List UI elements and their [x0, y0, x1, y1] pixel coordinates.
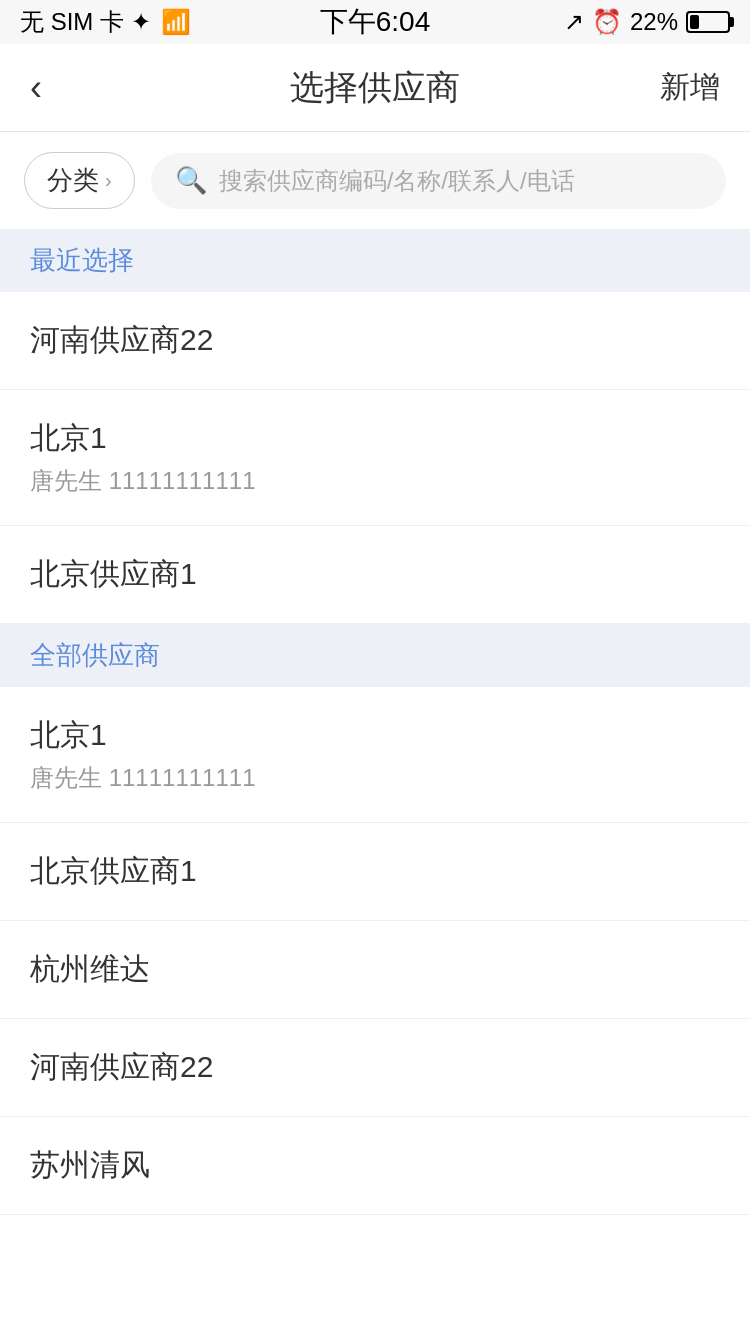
supplier-name: 杭州维达 — [30, 949, 720, 990]
list-item[interactable]: 北京1 唐先生 11111111111 — [0, 390, 750, 526]
list-item[interactable]: 杭州维达 — [0, 921, 750, 1019]
recent-list: 河南供应商22 北京1 唐先生 11111111111 北京供应商1 — [0, 292, 750, 624]
recent-section-label: 最近选择 — [30, 245, 134, 275]
supplier-sub: 唐先生 11111111111 — [30, 762, 720, 794]
supplier-name: 河南供应商22 — [30, 1047, 720, 1088]
category-label: 分类 — [47, 163, 99, 198]
supplier-name: 北京1 — [30, 715, 720, 756]
supplier-name: 北京1 — [30, 418, 720, 459]
wifi-icon: 📶 — [161, 8, 191, 36]
list-item[interactable]: 北京供应商1 — [0, 823, 750, 921]
battery-icon — [686, 11, 730, 33]
add-button[interactable]: 新增 — [660, 67, 720, 108]
category-button[interactable]: 分类 › — [24, 152, 135, 209]
search-placeholder: 搜索供应商编码/名称/联系人/电话 — [219, 165, 575, 197]
list-item[interactable]: 河南供应商22 — [0, 1019, 750, 1117]
status-bar: 无 SIM 卡 ✦ 📶 下午6:04 ↗ ⏰ 22% — [0, 0, 750, 44]
all-section-label: 全部供应商 — [30, 640, 160, 670]
supplier-name: 河南供应商22 — [30, 320, 720, 361]
status-left: 无 SIM 卡 ✦ 📶 — [20, 6, 191, 38]
all-section-header: 全部供应商 — [0, 624, 750, 687]
battery-percent: 22% — [630, 8, 678, 36]
location-icon: ↗ — [564, 8, 584, 36]
all-suppliers-list: 北京1 唐先生 11111111111 北京供应商1 杭州维达河南供应商22 苏州清风 — [0, 687, 750, 1215]
recent-section-header: 最近选择 — [0, 229, 750, 292]
list-item[interactable]: 苏州清风 — [0, 1117, 750, 1215]
supplier-sub: 唐先生 11111111111 — [30, 465, 720, 497]
list-item[interactable]: 北京1 唐先生 11111111111 — [0, 687, 750, 823]
supplier-name: 苏州清风 — [30, 1145, 720, 1186]
nav-bar: ‹ 选择供应商 新增 — [0, 44, 750, 132]
status-time: 下午6:04 — [320, 3, 431, 41]
list-item[interactable]: 北京供应商1 — [0, 526, 750, 624]
list-item[interactable]: 河南供应商22 — [0, 292, 750, 390]
search-icon: 🔍 — [175, 165, 207, 196]
supplier-name: 北京供应商1 — [30, 851, 720, 892]
alarm-icon: ⏰ — [592, 8, 622, 36]
chevron-right-icon: › — [105, 169, 112, 192]
page-title: 选择供应商 — [290, 65, 460, 111]
search-box[interactable]: 🔍 搜索供应商编码/名称/联系人/电话 — [151, 153, 726, 209]
filter-bar: 分类 › 🔍 搜索供应商编码/名称/联系人/电话 — [0, 132, 750, 229]
status-right: ↗ ⏰ 22% — [564, 8, 730, 36]
supplier-name: 北京供应商1 — [30, 554, 720, 595]
no-sim-label: 无 SIM 卡 ✦ — [20, 6, 151, 38]
back-button[interactable]: ‹ — [30, 67, 90, 109]
